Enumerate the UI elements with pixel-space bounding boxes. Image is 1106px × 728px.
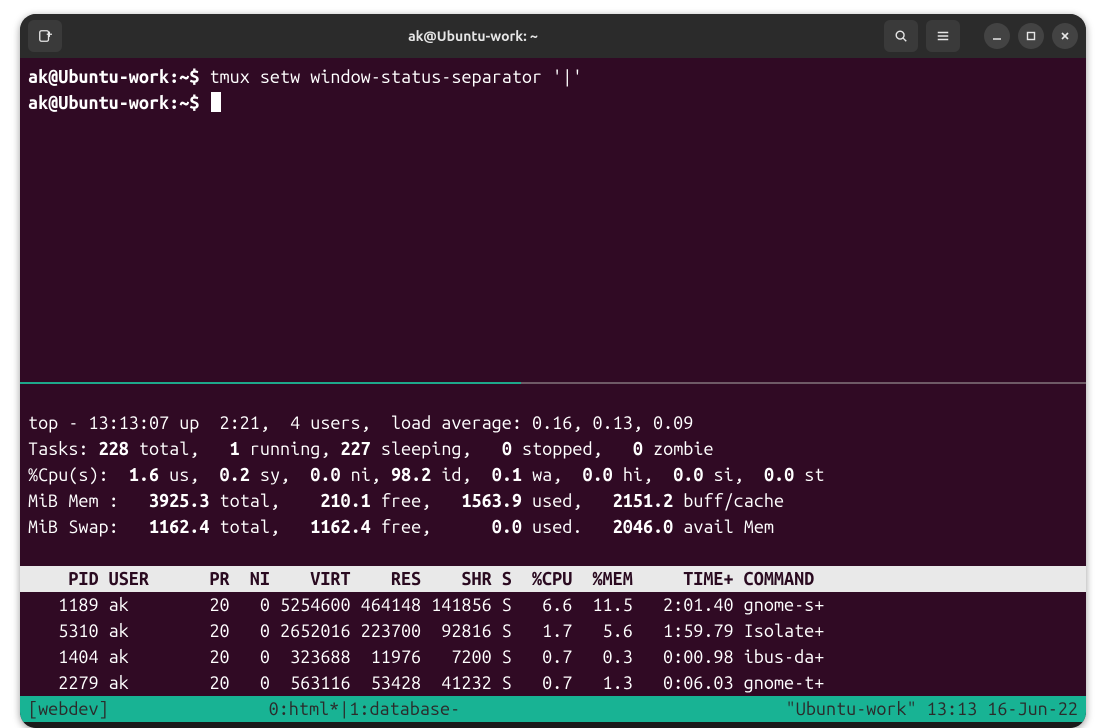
top-process-row: 2279 ak 20 0 563116 53428 41232 S 0.7 1.…: [20, 670, 1086, 696]
blank-line: [20, 220, 1086, 246]
new-tab-button[interactable]: [28, 20, 62, 52]
top-process-row: 5310 ak 20 0 2652016 223700 92816 S 1.7 …: [20, 618, 1086, 644]
blank-line: [20, 298, 1086, 324]
tmux-window-list: 0:html*|1:database-: [109, 696, 786, 722]
pane-divider: [20, 382, 1086, 384]
close-button[interactable]: [1052, 23, 1078, 49]
blank-line: [20, 194, 1086, 220]
titlebar: ak@Ubuntu-work: ~: [20, 14, 1086, 58]
terminal-window: ak@Ubuntu-work: ~: [20, 14, 1086, 728]
window-bottom-bevel: [20, 722, 1086, 728]
tmux-status-right: "Ubuntu-work" 13:13 16-Jun-22: [786, 696, 1078, 722]
maximize-button[interactable]: [1018, 23, 1044, 49]
prompt: ak@Ubuntu-work:~$: [28, 67, 199, 87]
top-process-row: 1189 ak 20 0 5254600 464148 141856 S 6.6…: [20, 592, 1086, 618]
top-tasks-line: Tasks: 228 total, 1 running, 227 sleepin…: [20, 436, 1086, 462]
blank-line: [20, 272, 1086, 298]
blank-line: [20, 384, 1086, 410]
command-text: tmux setw window-status-separator '|': [209, 67, 582, 87]
blank-line: [20, 324, 1086, 350]
blank-line: [20, 142, 1086, 168]
top-summary-line: top - 13:13:07 up 2:21, 4 users, load av…: [20, 410, 1086, 436]
search-button[interactable]: [884, 20, 918, 52]
top-swap-line: MiB Swap: 1162.4 total, 1162.4 free, 0.0…: [20, 514, 1086, 540]
cursor: [211, 92, 221, 112]
blank-line: [20, 540, 1086, 566]
blank-line: [20, 246, 1086, 272]
shell-line: ak@Ubuntu-work:~$ tmux setw window-statu…: [20, 64, 1086, 90]
tmux-status-bar[interactable]: [webdev] 0:html*|1:database- "Ubuntu-wor…: [20, 696, 1086, 722]
tmux-session-name: [webdev]: [28, 696, 109, 722]
top-cpu-line: %Cpu(s): 1.6 us, 0.2 sy, 0.0 ni, 98.2 id…: [20, 462, 1086, 488]
minimize-icon: [991, 30, 1003, 42]
hamburger-menu-icon: [936, 29, 950, 43]
terminal-body[interactable]: ak@Ubuntu-work:~$ tmux setw window-statu…: [20, 58, 1086, 722]
search-icon: [894, 29, 908, 43]
prompt: ak@Ubuntu-work:~$: [28, 93, 199, 113]
menu-button[interactable]: [926, 20, 960, 52]
top-mem-line: MiB Mem : 3925.3 total, 210.1 free, 1563…: [20, 488, 1086, 514]
close-icon: [1059, 30, 1071, 42]
maximize-icon: [1025, 30, 1037, 42]
window-title: ak@Ubuntu-work: ~: [62, 28, 884, 44]
minimize-button[interactable]: [984, 23, 1010, 49]
top-header: PID USER PR NI VIRT RES SHR S %CPU %MEM …: [20, 566, 1086, 592]
blank-line: [20, 350, 1086, 376]
top-process-row: 1404 ak 20 0 323688 11976 7200 S 0.7 0.3…: [20, 644, 1086, 670]
shell-line: ak@Ubuntu-work:~$: [20, 90, 1086, 116]
blank-line: [20, 116, 1086, 142]
blank-line: [20, 168, 1086, 194]
new-tab-icon: [38, 29, 52, 43]
